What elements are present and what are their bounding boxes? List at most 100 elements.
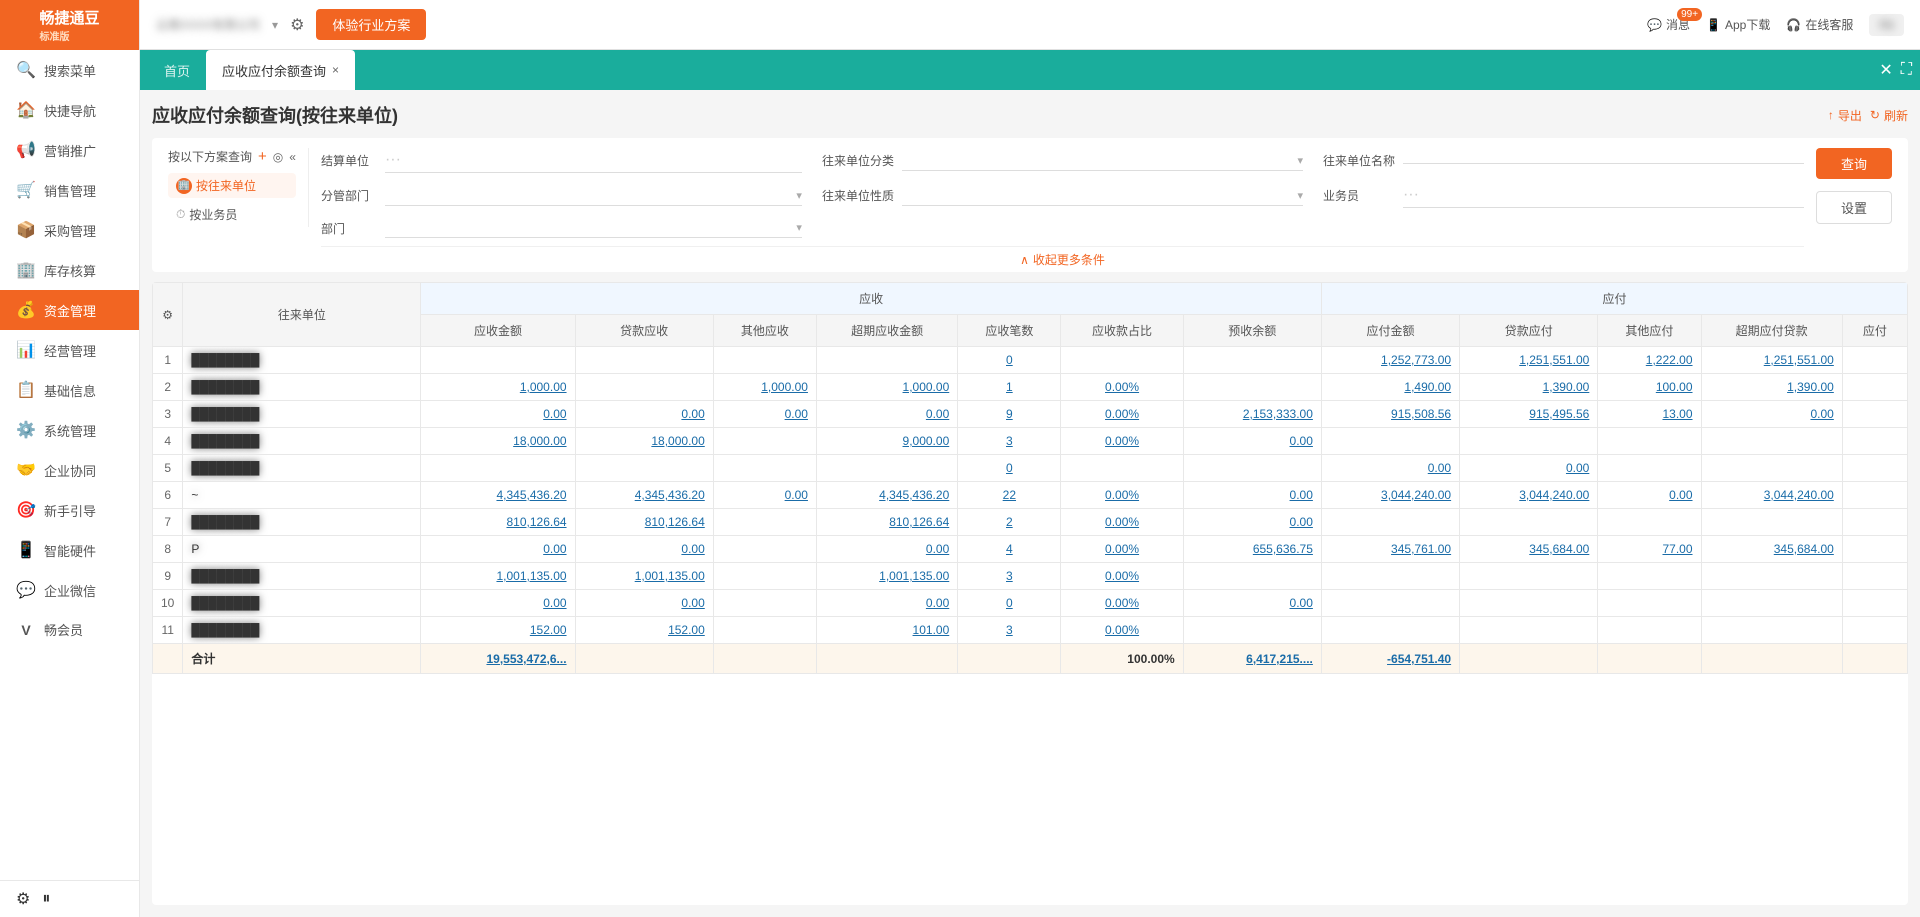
recv-ratio-cell[interactable]: 0.00% <box>1061 617 1183 644</box>
overdue-recv-cell[interactable]: 0.00 <box>816 536 957 563</box>
recv-amount-cell[interactable]: 0.00 <box>421 590 575 617</box>
sidebar-item-operations[interactable]: 📊 经营管理 <box>0 330 139 370</box>
loan-pay-cell[interactable]: 345,684.00 <box>1460 536 1598 563</box>
settings-icon[interactable]: ⚙ <box>16 889 30 909</box>
overdue-recv-cell[interactable]: 9,000.00 <box>816 428 957 455</box>
recv-count-cell[interactable]: 0 <box>958 590 1061 617</box>
loan-pay-cell[interactable]: 1,390.00 <box>1460 374 1598 401</box>
tab-home[interactable]: 首页 <box>148 50 206 90</box>
salesman-input[interactable]: ··· <box>1403 183 1804 208</box>
overdue-pay-cell[interactable]: 3,044,240.00 <box>1701 482 1842 509</box>
tab-ar-ap-query[interactable]: 应收应付余额查询 × <box>206 50 355 90</box>
recv-count-cell[interactable]: 2 <box>958 509 1061 536</box>
sidebar-item-inventory[interactable]: 🏢 库存核算 <box>0 250 139 290</box>
recv-count-cell[interactable]: 22 <box>958 482 1061 509</box>
dept-input[interactable]: ▾ <box>385 218 802 238</box>
add-scheme-icon[interactable]: + <box>258 148 267 165</box>
loan-recv-cell[interactable]: 4,345,436.20 <box>575 482 713 509</box>
recv-amount-cell[interactable]: 0.00 <box>421 401 575 428</box>
sidebar-item-purchase[interactable]: 📦 采购管理 <box>0 210 139 250</box>
partner-category-input[interactable]: ▾ <box>902 151 1303 171</box>
recv-amount-cell[interactable]: 1,001,135.00 <box>421 563 575 590</box>
pay-amount-cell[interactable]: 345,761.00 <box>1321 536 1459 563</box>
other-recv-cell[interactable]: 0.00 <box>713 401 816 428</box>
topbar-gear-icon[interactable]: ⚙ <box>290 15 304 35</box>
app-download-button[interactable]: 📱 App下载 <box>1706 16 1770 33</box>
promo-button[interactable]: 体验行业方案 <box>316 9 426 40</box>
partner-nature-input[interactable]: ▾ <box>902 186 1303 206</box>
recv-amount-cell[interactable]: 0.00 <box>421 536 575 563</box>
maximize-window-icon[interactable]: ⛶ <box>1901 61 1912 79</box>
sidebar-item-wechat[interactable]: 💬 企业微信 <box>0 570 139 610</box>
scheme-partner-item[interactable]: 🏢 按往来单位 <box>168 173 296 198</box>
sidebar-item-finance[interactable]: 💰 资金管理 <box>0 290 139 330</box>
settlement-unit-input[interactable]: ··· <box>385 148 802 173</box>
settings-col-header[interactable]: ⚙ <box>153 283 183 347</box>
overdue-pay-cell[interactable]: 1,251,551.00 <box>1701 347 1842 374</box>
target-icon[interactable]: ◎ <box>273 150 283 164</box>
sidebar-item-sales[interactable]: 🛒 销售管理 <box>0 170 139 210</box>
other-pay-cell[interactable]: 0.00 <box>1598 482 1701 509</box>
sidebar-item-guide[interactable]: 🎯 新手引导 <box>0 490 139 530</box>
query-button[interactable]: 查询 <box>1816 148 1892 179</box>
recv-amount-cell[interactable]: 152.00 <box>421 617 575 644</box>
sidebar-item-search[interactable]: 🔍 搜索菜单 <box>0 50 139 90</box>
overdue-recv-cell[interactable]: 1,000.00 <box>816 374 957 401</box>
loan-pay-cell[interactable]: 1,251,551.00 <box>1460 347 1598 374</box>
overdue-recv-cell[interactable]: 0.00 <box>816 590 957 617</box>
tab-close-icon[interactable]: × <box>332 63 339 77</box>
recv-ratio-cell[interactable]: 0.00% <box>1061 509 1183 536</box>
pay-amount-cell[interactable]: 915,508.56 <box>1321 401 1459 428</box>
recv-amount-cell[interactable]: 4,345,436.20 <box>421 482 575 509</box>
sidebar-item-member[interactable]: V 畅会员 <box>0 610 139 649</box>
prepay-cell[interactable]: 2,153,333.00 <box>1183 401 1321 428</box>
recv-ratio-cell[interactable]: 0.00% <box>1061 590 1183 617</box>
footer-prepay[interactable]: 6,417,215.... <box>1183 644 1321 674</box>
loan-recv-cell[interactable]: 810,126.64 <box>575 509 713 536</box>
dept-manager-input[interactable]: ▾ <box>385 186 802 206</box>
sidebar-item-system[interactable]: ⚙️ 系统管理 <box>0 410 139 450</box>
recv-amount-cell[interactable]: 18,000.00 <box>421 428 575 455</box>
setting-button[interactable]: 设置 <box>1816 191 1892 224</box>
pay-amount-cell[interactable]: 3,044,240.00 <box>1321 482 1459 509</box>
other-recv-cell[interactable]: 1,000.00 <box>713 374 816 401</box>
partner-name-input[interactable] <box>1403 157 1804 164</box>
prepay-cell[interactable]: 0.00 <box>1183 482 1321 509</box>
prepay-cell[interactable]: 0.00 <box>1183 590 1321 617</box>
other-pay-cell[interactable]: 1,222.00 <box>1598 347 1701 374</box>
loan-pay-cell[interactable]: 3,044,240.00 <box>1460 482 1598 509</box>
footer-pay-amount[interactable]: -654,751.40 <box>1321 644 1459 674</box>
recv-ratio-cell[interactable]: 0.00% <box>1061 563 1183 590</box>
overdue-recv-cell[interactable]: 0.00 <box>816 401 957 428</box>
overdue-pay-cell[interactable]: 0.00 <box>1701 401 1842 428</box>
recv-ratio-cell[interactable]: 0.00% <box>1061 374 1183 401</box>
export-button[interactable]: ↑ 导出 <box>1828 107 1862 124</box>
scheme-salesman-item[interactable]: ⏱ 按业务员 <box>168 202 296 227</box>
recv-ratio-cell[interactable]: 0.00% <box>1061 482 1183 509</box>
recv-count-cell[interactable]: 1 <box>958 374 1061 401</box>
collapse-icon[interactable]: ⏸ <box>42 890 50 908</box>
footer-recv-amount[interactable]: 19,553,472,6... <box>421 644 575 674</box>
overdue-pay-cell[interactable]: 1,390.00 <box>1701 374 1842 401</box>
arrow-left-icon[interactable]: « <box>289 150 296 164</box>
recv-count-cell[interactable]: 3 <box>958 563 1061 590</box>
recv-amount-cell[interactable]: 1,000.00 <box>421 374 575 401</box>
other-pay-cell[interactable]: 13.00 <box>1598 401 1701 428</box>
user-name[interactable]: Rit <box>1869 14 1904 36</box>
pay-amount-cell[interactable]: 1,490.00 <box>1321 374 1459 401</box>
sidebar-item-basic-info[interactable]: 📋 基础信息 <box>0 370 139 410</box>
sidebar-item-marketing[interactable]: 📢 营销推广 <box>0 130 139 170</box>
loan-pay-cell[interactable]: 915,495.56 <box>1460 401 1598 428</box>
recv-ratio-cell[interactable]: 0.00% <box>1061 428 1183 455</box>
loan-recv-cell[interactable]: 0.00 <box>575 536 713 563</box>
chevron-down-icon[interactable]: ▾ <box>272 18 278 32</box>
recv-count-cell[interactable]: 3 <box>958 428 1061 455</box>
loan-recv-cell[interactable]: 152.00 <box>575 617 713 644</box>
sidebar-item-hardware[interactable]: 📱 智能硬件 <box>0 530 139 570</box>
prepay-cell[interactable]: 0.00 <box>1183 509 1321 536</box>
recv-count-cell[interactable]: 0 <box>958 347 1061 374</box>
prepay-cell[interactable]: 655,636.75 <box>1183 536 1321 563</box>
pay-amount-cell[interactable]: 0.00 <box>1321 455 1459 482</box>
close-window-icon[interactable]: ✕ <box>1879 60 1892 80</box>
pay-amount-cell[interactable]: 1,252,773.00 <box>1321 347 1459 374</box>
